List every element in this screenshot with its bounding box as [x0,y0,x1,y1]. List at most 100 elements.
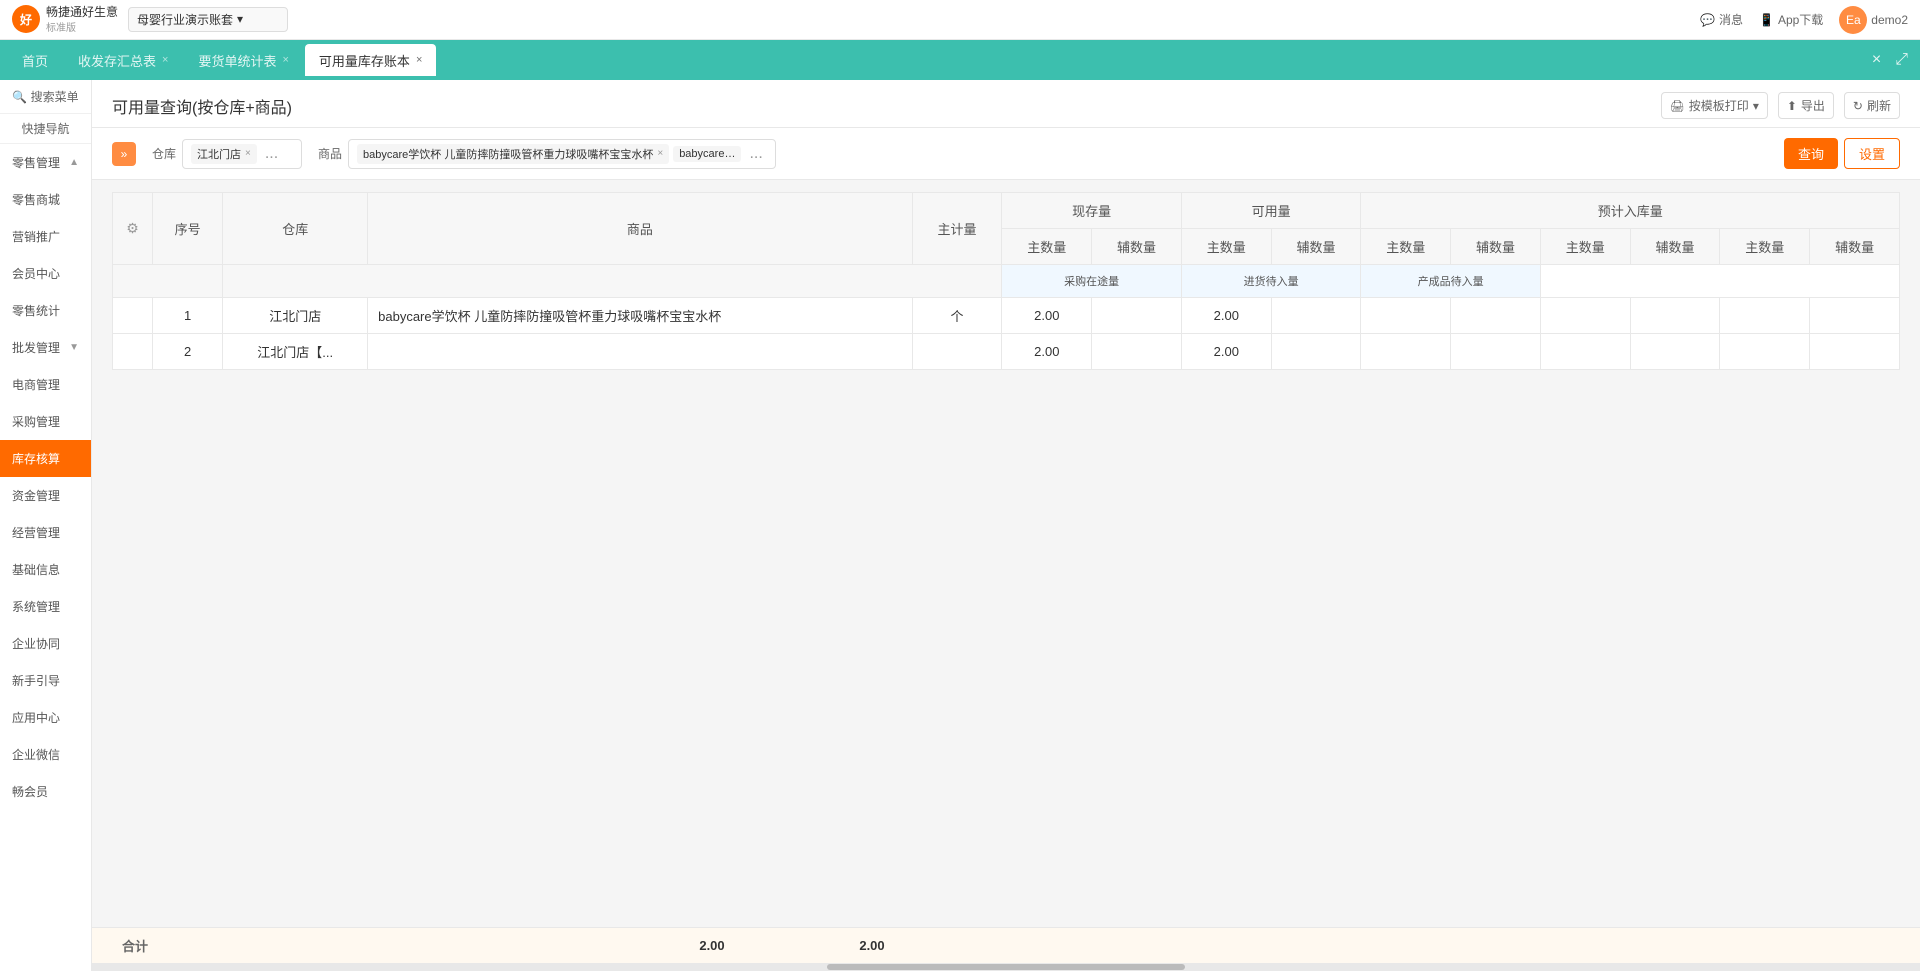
refresh-icon: ↻ [1853,99,1863,113]
sidebar-wholesale-mgmt-label: 批发管理 [12,339,60,356]
tab-collect-close[interactable]: × [162,54,168,66]
sidebar-item-member[interactable]: 畅会员 [0,773,91,810]
sidebar-search-label: 搜索菜单 [31,90,79,104]
table-cell [912,334,1002,370]
tab-collect[interactable]: 收发存汇总表 × [64,44,182,76]
msg-label: 消息 [1719,11,1743,28]
content-area: 可用量查询(按仓库+商品) 🖨 按模板打印 ▾ ⬆ 导出 ↻ 刷新 [92,80,1920,971]
scroll-track[interactable] [112,964,1900,970]
scroll-thumb[interactable] [827,964,1185,970]
sidebar-item-retail-mgmt[interactable]: 零售管理 ▲ [0,144,91,181]
tab-available-inventory-close[interactable]: × [416,54,422,66]
tab-order-stats[interactable]: 要货单统计表 × [184,44,302,76]
filter-toggle-btn[interactable]: » [112,142,136,166]
th-produced-aux: 辅数量 [1810,229,1900,265]
logo-area: 好 畅捷通好生意 标准版 [12,5,118,34]
tab-bar: 首页 收发存汇总表 × 要货单统计表 × 可用量库存账本 × × ⤢ [0,40,1920,80]
table-cell [113,298,153,334]
logo-text-block: 畅捷通好生意 标准版 [46,5,118,34]
tab-available-inventory[interactable]: 可用量库存账本 × [305,44,436,76]
sidebar-item-finance-mgmt[interactable]: 资金管理 [0,477,91,514]
sidebar-quick-nav[interactable]: 快捷导航 [0,114,91,144]
page-title: 可用量查询(按仓库+商品) [112,94,292,118]
sidebar-item-marketing[interactable]: 营销推广 [0,218,91,255]
search-icon: 🔍 [12,90,27,104]
chevron-retail-icon: ▲ [69,157,79,168]
sidebar-item-inventory-check[interactable]: 库存核算 [0,440,91,477]
refresh-label: 刷新 [1867,97,1891,114]
warehouse-filter-input[interactable]: 江北门店 × ... [182,139,302,169]
sidebar-item-retail-mall[interactable]: 零售商城 [0,181,91,218]
table-cell [1092,298,1182,334]
sidebar-item-enterprise-wechat[interactable]: 企业微信 [0,736,91,773]
sidebar-item-enterprise-collab[interactable]: 企业协同 [0,625,91,662]
th-settings: ⚙ [113,193,153,265]
footer-scroll [92,963,1920,971]
product-filter-group: 商品 babycare学饮杯 儿童防摔防撞吸管杯重力球吸嘴杯宝宝水杯 × bab… [318,139,776,169]
settings-btn[interactable]: 设置 [1844,138,1900,169]
sidebar-item-retail-stats[interactable]: 零售统计 [0,292,91,329]
table-cell [1361,298,1451,334]
table-cell [1451,334,1541,370]
user-label: demo2 [1871,13,1908,27]
sidebar-section: 零售管理 ▲ 零售商城 营销推广 会员中心 零售统计 批发管理 ▼ 电商管理 [0,144,91,810]
sidebar-item-new-guide[interactable]: 新手引导 [0,662,91,699]
table-cell [1361,334,1451,370]
sidebar-item-ecommerce-mgmt[interactable]: 电商管理 [0,366,91,403]
th-available-main: 主数量 [1181,229,1271,265]
export-label: 导出 [1801,97,1825,114]
print-arrow-icon: ▾ [1753,99,1759,113]
print-btn[interactable]: 🖨 按模板打印 ▾ [1661,92,1768,119]
sidebar-item-app-center[interactable]: 应用中心 [0,699,91,736]
chevron-down-icon: ▾ [237,12,243,26]
msg-action[interactable]: 💬 消息 [1700,11,1743,28]
sidebar-new-guide-label: 新手引导 [12,672,60,689]
product-filter-input[interactable]: babycare学饮杯 儿童防摔防撞吸管杯重力球吸嘴杯宝宝水杯 × babyca… [348,139,776,169]
sidebar-search[interactable]: 🔍 搜索菜单 [0,80,91,114]
tab-available-inventory-label: 可用量库存账本 [319,51,410,70]
sidebar-item-wholesale-mgmt[interactable]: 批发管理 ▼ [0,329,91,366]
warehouse-more-icon[interactable]: ... [261,145,282,163]
top-bar-left: 好 畅捷通好生意 标准版 母婴行业演示账套 ▾ [12,5,288,34]
table-cell [1720,334,1810,370]
filter-actions: 查询 设置 [1784,138,1900,169]
sidebar-item-operations-mgmt[interactable]: 经营管理 [0,514,91,551]
product-tag-1-close[interactable]: × [657,148,663,159]
sidebar-item-system-mgmt[interactable]: 系统管理 [0,588,91,625]
th-stock-group: 现存量 [1002,193,1182,229]
footer-label: 合计 [112,936,672,955]
sidebar-item-basic-info[interactable]: 基础信息 [0,551,91,588]
product-tag-2: babycare… [673,146,741,162]
table-container: ⚙ 序号 仓库 商品 主计量 现存量 可用量 预计入库量 主数量 辅数量 主数量 [92,180,1920,927]
tab-home[interactable]: 首页 [8,44,62,76]
refresh-btn[interactable]: ↻ 刷新 [1844,92,1900,119]
table-cell: 江北门店 [223,298,368,334]
sidebar-item-purchase-mgmt[interactable]: 采购管理 [0,403,91,440]
sidebar-item-member-center[interactable]: 会员中心 [0,255,91,292]
filter-bar: » 仓库 江北门店 × ... 商品 babycare学饮杯 儿童防摔防撞吸管杯… [92,128,1920,180]
industry-selector[interactable]: 母婴行业演示账套 ▾ [128,7,288,32]
product-more-icon[interactable]: ... [745,145,766,163]
user-action[interactable]: Ea demo2 [1839,6,1908,34]
tab-order-stats-close[interactable]: × [282,54,288,66]
gear-icon[interactable]: ⚙ [126,220,139,236]
th-produced-group-label: 产成品待入量 [1361,265,1541,298]
table-cell: 2.00 [1002,334,1092,370]
th-product: 商品 [368,193,913,265]
tab-close-all-icon[interactable]: × [1868,47,1885,73]
warehouse-filter-label: 仓库 [152,145,176,162]
query-btn[interactable]: 查询 [1784,138,1838,169]
table-row: 2江北门店【...2.002.00 [113,334,1900,370]
logo-icon: 好 [12,5,40,33]
sidebar-retail-stats-label: 零售统计 [12,302,60,319]
table-cell [1451,298,1541,334]
sidebar-purchase-mgmt-label: 采购管理 [12,413,60,430]
th-incoming-group-label: 进货待入量 [1181,265,1361,298]
tab-expand-icon[interactable]: ⤢ [1891,47,1912,73]
app-download-action[interactable]: 📱 App下载 [1759,11,1823,28]
filter-toggle-icon: » [121,147,128,161]
warehouse-tag-close[interactable]: × [245,148,251,159]
export-btn[interactable]: ⬆ 导出 [1778,92,1834,119]
th-available-aux: 辅数量 [1271,229,1361,265]
avatar: Ea [1839,6,1867,34]
